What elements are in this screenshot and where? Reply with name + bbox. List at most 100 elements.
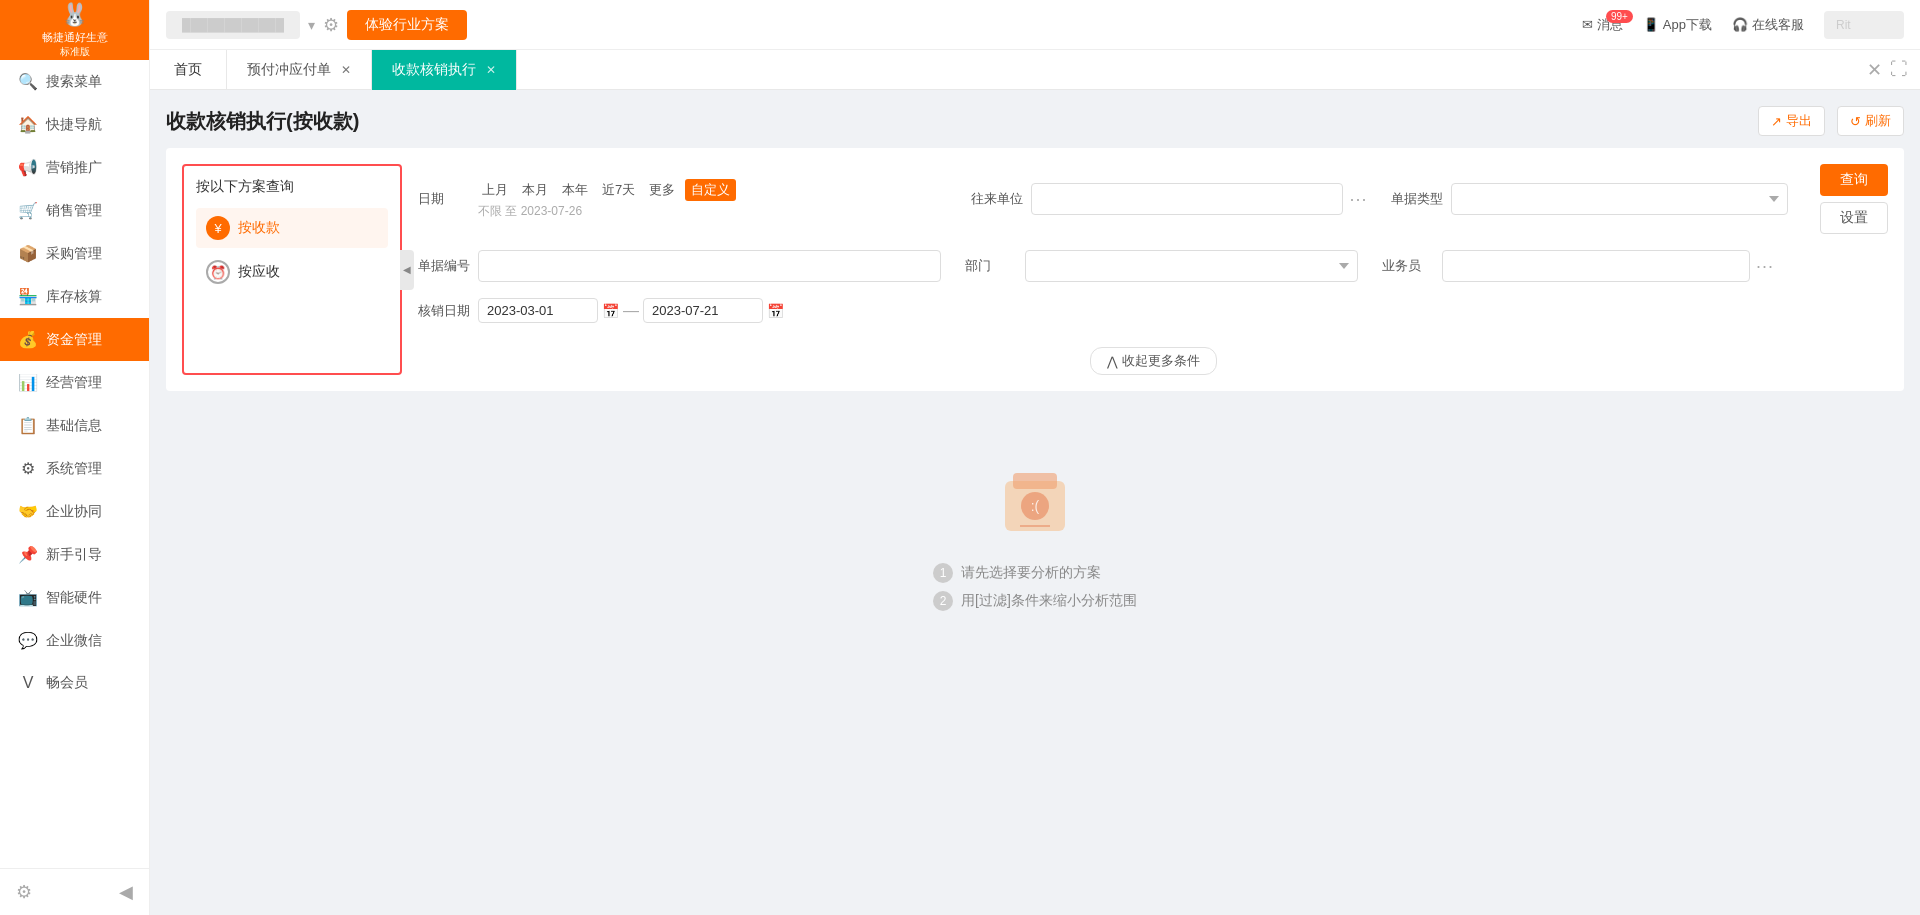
sidebar-item-sales[interactable]: 🛒 销售管理: [0, 189, 149, 232]
counterparty-label: 往来单位: [971, 190, 1023, 208]
settings-button[interactable]: 设置: [1820, 202, 1888, 234]
sidebar-item-purchase[interactable]: 📦 采购管理: [0, 232, 149, 275]
sidebar-item-marketing[interactable]: 📢 营销推广: [0, 146, 149, 189]
tip-text-2: 用[过滤]条件来缩小分析范围: [961, 592, 1137, 610]
filter-row-2: 单据编号 部门 业务员 ···: [418, 250, 1888, 282]
sidebar-item-basic-info[interactable]: 📋 基础信息: [0, 404, 149, 447]
export-button[interactable]: ↗ 导出: [1758, 106, 1825, 136]
more-conditions-button[interactable]: ⋀ 收起更多条件: [1090, 347, 1217, 375]
date-link-more[interactable]: 更多: [645, 179, 679, 201]
verify-date-from-input[interactable]: [478, 298, 598, 323]
message-button[interactable]: ✉ 消息 99+: [1582, 16, 1623, 34]
calendar-from-icon[interactable]: 📅: [602, 303, 619, 319]
filter-field-counterparty: 往来单位 ···: [971, 183, 1368, 215]
tabbar-close-icon[interactable]: ✕: [1867, 59, 1882, 81]
purchase-icon: 📦: [18, 244, 38, 263]
tab-home[interactable]: 首页: [150, 50, 227, 90]
filter-row-verify: 核销日期 📅 — 📅: [418, 298, 1888, 323]
sidebar-item-label: 营销推广: [46, 159, 102, 177]
sidebar-collapse-icon[interactable]: ◀: [119, 881, 133, 903]
counterparty-more-icon[interactable]: ···: [1349, 189, 1367, 210]
logo-badge: 标准版: [60, 45, 90, 59]
query-button[interactable]: 查询: [1820, 164, 1888, 196]
app-download-button[interactable]: 📱 App下载: [1643, 16, 1712, 34]
system-icon: ⚙: [18, 459, 38, 478]
sidebar-item-label: 企业协同: [46, 503, 102, 521]
message-badge: 99+: [1606, 10, 1633, 23]
dept-select[interactable]: [1025, 250, 1357, 282]
solution-button[interactable]: 体验行业方案: [347, 10, 467, 40]
sidebar-item-inventory[interactable]: 🏪 库存核算: [0, 275, 149, 318]
sidebar-item-smart-hw[interactable]: 📺 智能硬件: [0, 576, 149, 619]
doc-type-select[interactable]: [1451, 183, 1788, 215]
online-service-button[interactable]: 🎧 在线客服: [1732, 16, 1804, 34]
sidebar-item-system[interactable]: ⚙ 系统管理: [0, 447, 149, 490]
export-icon: ↗: [1771, 114, 1782, 129]
tabbar: 首页 预付冲应付单 ✕ 收款核销执行 ✕ ✕ ⛶: [150, 50, 1920, 90]
tip-text-1: 请先选择要分析的方案: [961, 564, 1101, 582]
date-link-custom[interactable]: 自定义: [685, 179, 736, 201]
date-link-this-month[interactable]: 本月: [518, 179, 552, 201]
counterparty-input[interactable]: [1031, 183, 1344, 215]
empty-tip-2: 2 用[过滤]条件来缩小分析范围: [933, 591, 1137, 611]
sidebar-item-label: 库存核算: [46, 288, 102, 306]
calendar-to-icon[interactable]: 📅: [767, 303, 784, 319]
sidebar-item-label: 智能硬件: [46, 589, 102, 607]
filter-row-1: 日期 上月 本月 本年 近7天 更多 自定义 不限 至 2023-07-26: [418, 164, 1888, 234]
topbar-gear-icon[interactable]: ⚙: [323, 14, 339, 36]
prepay-tab-label: 预付冲应付单: [247, 61, 331, 79]
doc-number-input[interactable]: [478, 250, 941, 282]
operations-icon: 📊: [18, 373, 38, 392]
topbar-chevron-icon[interactable]: ▾: [308, 17, 315, 33]
counterparty-value: ···: [1031, 183, 1368, 215]
sidebar-item-label: 快捷导航: [46, 116, 102, 134]
date-link-last-month[interactable]: 上月: [478, 179, 512, 201]
verify-date-label: 核销日期: [418, 302, 470, 320]
tabbar-expand-icon[interactable]: ⛶: [1890, 59, 1908, 80]
refresh-button[interactable]: ↺ 刷新: [1837, 106, 1904, 136]
date-shortcuts: 上月 本月 本年 近7天 更多 自定义: [478, 179, 736, 201]
sidebar-item-label: 新手引导: [46, 546, 102, 564]
sidebar-item-quick-nav[interactable]: 🏠 快捷导航: [0, 103, 149, 146]
sidebar-item-corp-collab[interactable]: 🤝 企业协同: [0, 490, 149, 533]
sidebar-item-member[interactable]: V 畅会员: [0, 662, 149, 704]
logo-icon: 🐰: [61, 2, 88, 28]
verify-date-to-input[interactable]: [643, 298, 763, 323]
staff-more-icon[interactable]: ···: [1756, 256, 1774, 277]
filter-panel: 按以下方案查询 ¥ 按收款 ⏰ 按应收 ◀ 日期: [166, 148, 1904, 391]
sidebar-item-wx-work[interactable]: 💬 企业微信: [0, 619, 149, 662]
date-link-7days[interactable]: 近7天: [598, 179, 639, 201]
more-conditions-label: 收起更多条件: [1122, 352, 1200, 370]
sidebar-item-label: 经营管理: [46, 374, 102, 392]
date-field-value: 上月 本月 本年 近7天 更多 自定义 不限 至 2023-07-26: [478, 179, 947, 220]
empty-tips: 1 请先选择要分析的方案 2 用[过滤]条件来缩小分析范围: [933, 563, 1137, 611]
service-icon: 🎧: [1732, 17, 1748, 32]
inventory-icon: 🏪: [18, 287, 38, 306]
marketing-icon: 📢: [18, 158, 38, 177]
user-profile[interactable]: Rit: [1824, 11, 1904, 39]
staff-value: ···: [1442, 250, 1774, 282]
tab-receipt-verify[interactable]: 收款核销执行 ✕: [372, 50, 517, 90]
date-link-this-year[interactable]: 本年: [558, 179, 592, 201]
filter-option-by-receipt[interactable]: ¥ 按收款: [196, 208, 388, 248]
filter-left-collapse-btn[interactable]: ◀: [400, 250, 414, 290]
sidebar-item-finance[interactable]: 💰 资金管理: [0, 318, 149, 361]
filter-option-by-receivable[interactable]: ⏰ 按应收: [196, 252, 388, 292]
tab-prepay[interactable]: 预付冲应付单 ✕: [227, 50, 372, 90]
sidebar-item-operations[interactable]: 📊 经营管理: [0, 361, 149, 404]
svg-text::(: :(: [1031, 498, 1040, 514]
staff-input[interactable]: [1442, 250, 1750, 282]
sidebar-logo: 🐰 畅捷通好生意 标准版: [0, 0, 149, 60]
sidebar-item-search-menu[interactable]: 🔍 搜索菜单: [0, 60, 149, 103]
page-title-bar: 收款核销执行(按收款) ↗ 导出 ↺ 刷新: [166, 106, 1904, 136]
receipt-verify-tab-label: 收款核销执行: [392, 61, 476, 79]
sidebar-item-label: 系统管理: [46, 460, 102, 478]
tip-num-1: 1: [933, 563, 953, 583]
chevron-up-icon: ⋀: [1107, 354, 1118, 369]
home-tab-label: 首页: [174, 61, 202, 79]
action-buttons: 查询 设置: [1820, 164, 1888, 234]
settings-icon[interactable]: ⚙: [16, 881, 32, 903]
prepay-tab-close-icon[interactable]: ✕: [341, 63, 351, 77]
receipt-verify-tab-close-icon[interactable]: ✕: [486, 63, 496, 77]
sidebar-item-newbie[interactable]: 📌 新手引导: [0, 533, 149, 576]
